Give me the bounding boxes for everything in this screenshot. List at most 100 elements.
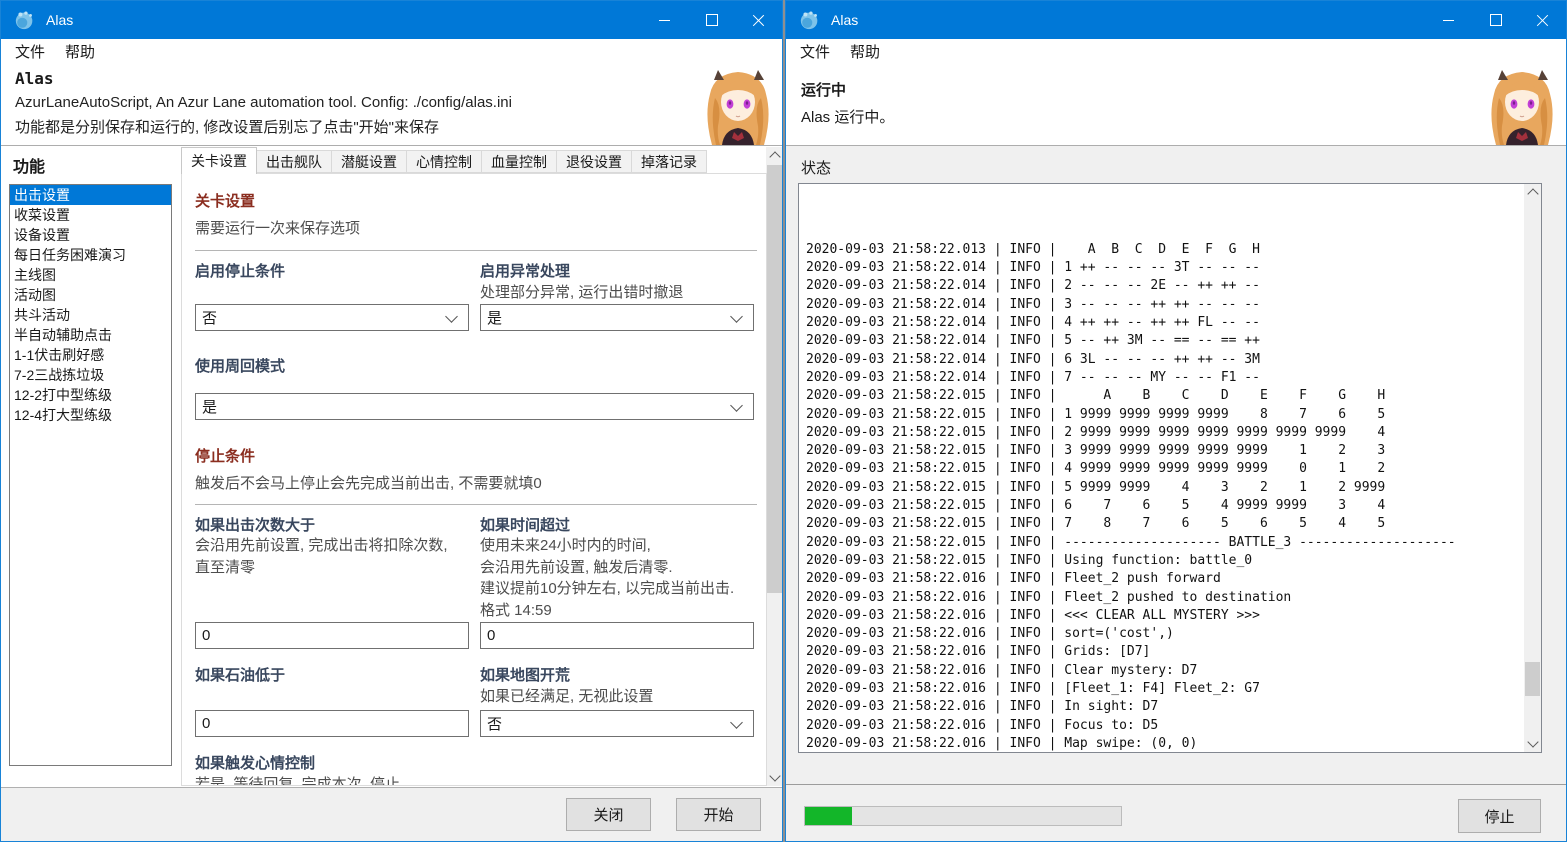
menu-file[interactable]: 文件 <box>13 40 47 63</box>
sidebar-title: 功能 <box>13 159 46 176</box>
maximize-icon <box>1489 14 1502 26</box>
tab[interactable]: 掉落记录 <box>632 150 707 173</box>
list-item[interactable]: 设备设置 <box>10 225 171 245</box>
enable-exception-select[interactable]: 是 <box>480 304 754 331</box>
if-time-input[interactable] <box>480 622 754 649</box>
tab[interactable]: 血量控制 <box>482 150 557 173</box>
field-label-loop-mode: 使用周回模式 <box>195 358 286 375</box>
menubar: 文件 帮助 <box>1 39 782 64</box>
field-label-if-emotion: 如果触发心情控制 <box>195 755 316 772</box>
app-subtitle: AzurLaneAutoScript, An Azur Lane automat… <box>15 94 512 111</box>
close-app-button[interactable]: 关闭 <box>566 798 651 831</box>
app-title: Alas <box>15 69 54 88</box>
stop-button[interactable]: 停止 <box>1458 799 1541 833</box>
divider <box>195 504 757 505</box>
list-item[interactable]: 12-2打中型练级 <box>10 385 171 405</box>
log-line: 2020-09-03 21:58:22.015 | INFO | 6 7 6 5… <box>806 498 1386 514</box>
titlebar[interactable]: Alas <box>786 1 1566 39</box>
list-item[interactable]: 活动图 <box>10 285 171 305</box>
list-item[interactable]: 主线图 <box>10 265 171 285</box>
log-scrollbar[interactable] <box>1524 184 1541 752</box>
list-item[interactable]: 收菜设置 <box>10 205 171 225</box>
field-label-if-time: 如果时间超过 <box>480 517 571 534</box>
maximize-button[interactable] <box>1472 1 1519 39</box>
log-line: 2020-09-03 21:58:22.014 | INFO | 6 3L --… <box>806 351 1260 367</box>
start-button[interactable]: 开始 <box>676 798 761 831</box>
chevron-down-icon <box>730 399 743 412</box>
list-item[interactable]: 12-4打大型练级 <box>10 405 171 425</box>
close-button[interactable] <box>735 1 782 39</box>
field-label-enable-exception: 启用异常处理 <box>480 263 571 280</box>
list-item[interactable]: 1-1伏击刷好感 <box>10 345 171 365</box>
avatar <box>1486 66 1558 145</box>
log-line: 2020-09-03 21:58:22.015 | INFO | -------… <box>806 534 1456 550</box>
tab[interactable]: 出击舰队 <box>257 150 332 173</box>
content-scrollbar[interactable] <box>766 147 782 786</box>
titlebar[interactable]: Alas <box>1 1 782 39</box>
settings-tabs: 关卡设置 出击舰队 潜艇设置 心情控制 血量控制 退役设置 掉落记录 <box>181 147 707 174</box>
field-desc-if-count: 会沿用先前设置, 完成出击将扣除次数, 直至清零 <box>195 537 448 576</box>
menu-help[interactable]: 帮助 <box>848 40 882 63</box>
field-label-enable-stop: 启用停止条件 <box>195 263 286 280</box>
enable-stop-select[interactable]: 否 <box>195 304 469 331</box>
field-label-if-oil: 如果石油低于 <box>195 667 286 684</box>
app-note: 功能都是分别保存和运行的, 修改设置后别忘了点击"开始"来保存 <box>15 119 439 136</box>
log-line: 2020-09-03 21:58:22.015 | INFO | Using f… <box>806 552 1253 568</box>
divider <box>195 250 757 251</box>
scroll-down-icon[interactable] <box>1524 735 1541 752</box>
tab-content-panel: 关卡设置 需要运行一次来保存选项 启用停止条件 启用异常处理 处理部分异常, 运… <box>181 173 767 786</box>
tab[interactable]: 潜艇设置 <box>332 150 407 173</box>
progress-bar <box>804 806 1122 826</box>
tab[interactable]: 退役设置 <box>557 150 632 173</box>
chevron-down-icon <box>730 310 743 323</box>
if-count-input[interactable] <box>195 622 469 649</box>
scrollbar-thumb[interactable] <box>767 165 782 593</box>
if-map-select[interactable]: 否 <box>480 710 754 737</box>
section-desc-stop: 触发后不会马上停止会先完成当前出击, 不需要就填0 <box>195 475 542 492</box>
minimize-button[interactable] <box>641 1 688 39</box>
log-line: 2020-09-03 21:58:22.016 | INFO | Grids: … <box>806 644 1151 660</box>
list-item[interactable]: 共斗活动 <box>10 305 171 325</box>
tab[interactable]: 关卡设置 <box>181 147 257 174</box>
desktop: Alas 文件 帮助 Alas AzurLaneAutoScript, An A… <box>0 0 1567 842</box>
runner-body: 状态 2020-09-03 21:58:22.013 | INFO | A B … <box>786 146 1566 841</box>
window-title: Alas <box>46 12 74 28</box>
log-line: 2020-09-03 21:58:22.014 | INFO | 7 -- --… <box>806 369 1260 385</box>
close-icon <box>1536 14 1549 27</box>
maximize-button[interactable] <box>688 1 735 39</box>
app-logo-icon <box>800 11 818 30</box>
field-desc-enable-exception: 处理部分异常, 运行出错时撤退 <box>480 284 684 301</box>
chevron-down-icon <box>445 310 458 323</box>
scroll-up-icon[interactable] <box>1524 184 1541 201</box>
scrollbar-thumb[interactable] <box>1525 662 1540 696</box>
window-title: Alas <box>831 12 859 28</box>
log-lines: 2020-09-03 21:58:22.013 | INFO | A B C D… <box>806 186 1521 752</box>
close-icon <box>752 14 765 27</box>
list-item[interactable]: 半自动辅助点击 <box>10 325 171 345</box>
chevron-down-icon <box>730 716 743 729</box>
footer: 停止 <box>786 784 1566 841</box>
log-line: 2020-09-03 21:58:22.016 | INFO | Clear m… <box>806 662 1198 678</box>
section-title-stop: 停止条件 <box>195 448 256 465</box>
menubar: 文件 帮助 <box>786 39 1566 64</box>
scroll-down-icon[interactable] <box>766 769 782 786</box>
list-item[interactable]: 7-2三战拣垃圾 <box>10 365 171 385</box>
log-line: 2020-09-03 21:58:22.016 | INFO | Map swi… <box>806 735 1198 751</box>
log-line: 2020-09-03 21:58:22.014 | INFO | 3 -- --… <box>806 296 1260 312</box>
list-item[interactable]: 每日任务困难演习 <box>10 245 171 265</box>
menu-help[interactable]: 帮助 <box>63 40 97 63</box>
list-item[interactable]: 出击设置 <box>10 185 171 205</box>
loop-mode-select[interactable]: 是 <box>195 393 754 420</box>
avatar <box>702 66 774 145</box>
menu-file[interactable]: 文件 <box>798 40 832 63</box>
field-label-if-count: 如果出击次数大于 <box>195 517 316 534</box>
log-output: 2020-09-03 21:58:22.013 | INFO | A B C D… <box>798 183 1542 753</box>
minimize-button[interactable] <box>1425 1 1472 39</box>
close-button[interactable] <box>1519 1 1566 39</box>
field-desc-if-map: 如果已经满足, 无视此设置 <box>480 688 654 705</box>
scroll-up-icon[interactable] <box>766 147 782 164</box>
progress-fill <box>805 807 853 825</box>
run-status-subtitle: Alas 运行中。 <box>801 109 895 126</box>
if-oil-input[interactable] <box>195 710 469 737</box>
tab[interactable]: 心情控制 <box>407 150 482 173</box>
